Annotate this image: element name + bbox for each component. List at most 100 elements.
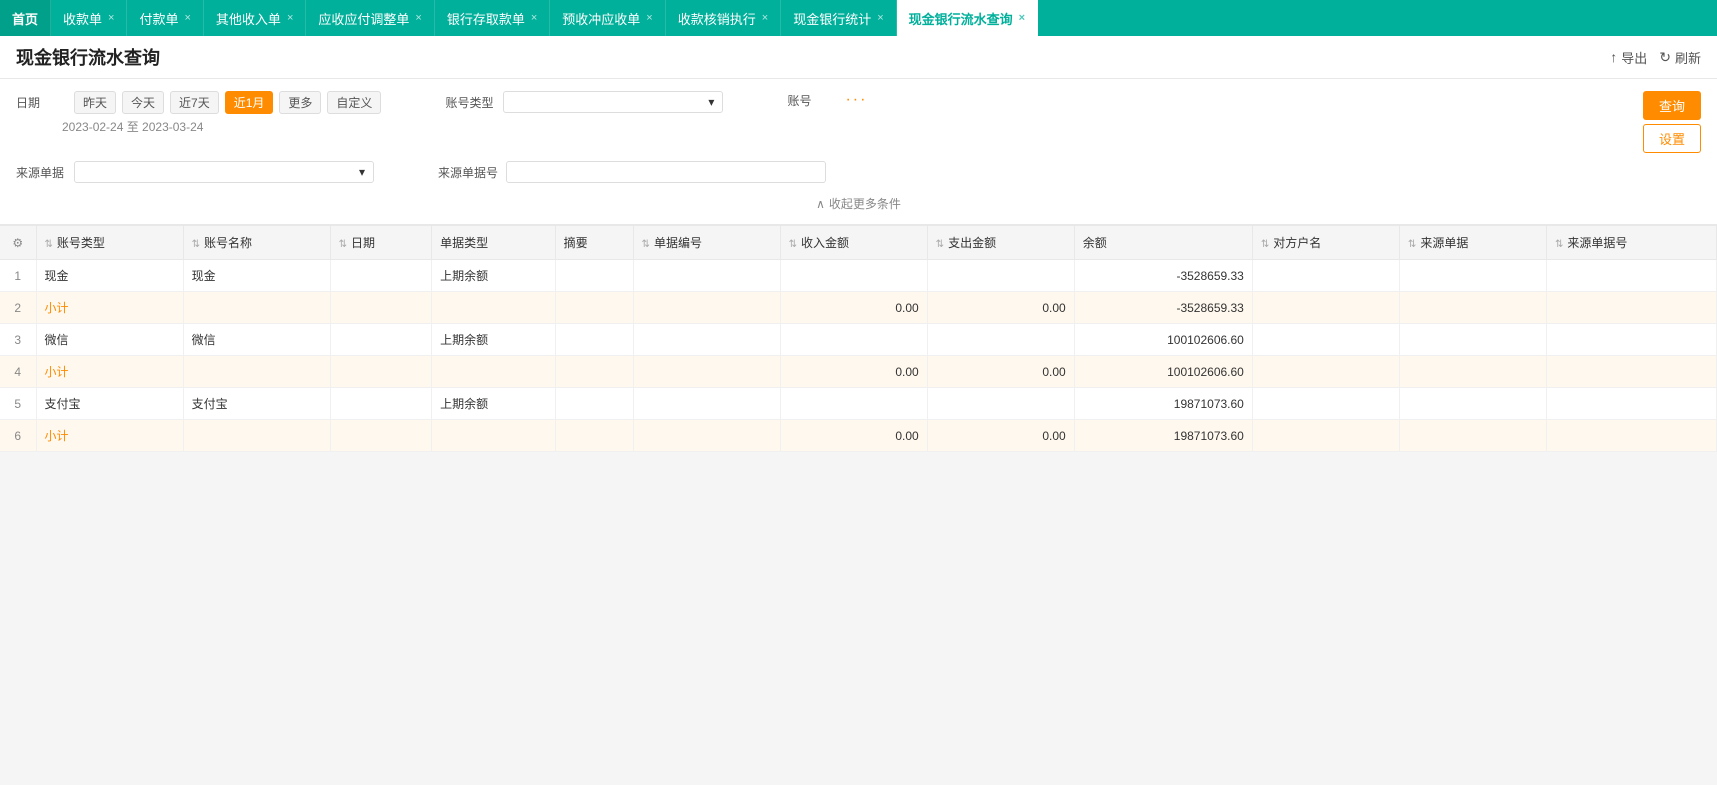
close-icon[interactable]: × (184, 12, 190, 24)
col-source-doc-no[interactable]: ⇅来源单据号 (1546, 226, 1716, 260)
nav-item-receipt-label: 收款单 (63, 9, 102, 28)
col-summary: 摘要 (555, 226, 633, 260)
cell-summary (555, 388, 633, 420)
cell-source-doc (1399, 388, 1546, 420)
close-icon[interactable]: × (1019, 12, 1025, 24)
cell-account-name (183, 420, 330, 452)
col-counterpart[interactable]: ⇅对方户名 (1252, 226, 1399, 260)
table-row: 3微信微信上期余额100102606.60 (0, 324, 1717, 356)
close-icon[interactable]: × (287, 12, 293, 24)
col-account-type[interactable]: ⇅账号类型 (36, 226, 183, 260)
cell-row-num: 3 (0, 324, 36, 356)
cell-balance: 100102606.60 (1074, 324, 1252, 356)
cell-expense (927, 388, 1074, 420)
source-doc-label: 来源单据 (16, 164, 66, 181)
cell-counterpart (1252, 356, 1399, 388)
nav-item-other-income[interactable]: 其他收入单 × (204, 0, 306, 36)
col-account-name[interactable]: ⇅账号名称 (183, 226, 330, 260)
chevron-up-icon: ∧ (816, 197, 825, 211)
table-header-row: ⚙ ⇅账号类型 ⇅账号名称 ⇅日期 单据类型 摘要 ⇅单据编号 ⇅收入金额 ⇅支… (0, 226, 1717, 260)
close-icon[interactable]: × (415, 12, 421, 24)
col-expense[interactable]: ⇅支出金额 (927, 226, 1074, 260)
account-label: 账号 (787, 92, 837, 109)
cell-expense: 0.00 (927, 292, 1074, 324)
page-header: 现金银行流水查询 ↑ 导出 ↻ 刷新 (0, 36, 1717, 79)
cell-income: 0.00 (780, 420, 927, 452)
close-icon[interactable]: × (108, 12, 114, 24)
table-container: ⚙ ⇅账号类型 ⇅账号名称 ⇅日期 单据类型 摘要 ⇅单据编号 ⇅收入金额 ⇅支… (0, 225, 1717, 452)
nav-item-advance-receipt[interactable]: 预收冲应收单 × (550, 0, 665, 36)
table-row: 5支付宝支付宝上期余额19871073.60 (0, 388, 1717, 420)
cell-date (330, 260, 431, 292)
cell-balance: -3528659.33 (1074, 260, 1252, 292)
cell-account-type: 小计 (36, 356, 183, 388)
export-button[interactable]: ↑ 导出 (1610, 48, 1647, 67)
col-doc-no[interactable]: ⇅单据编号 (633, 226, 780, 260)
nav-item-receipt-verify-label: 收款核销执行 (678, 9, 756, 28)
cell-row-num: 2 (0, 292, 36, 324)
nav-item-advance-receipt-label: 预收冲应收单 (562, 9, 640, 28)
source-doc-no-input[interactable] (506, 161, 826, 183)
cell-account-type: 支付宝 (36, 388, 183, 420)
cell-counterpart (1252, 260, 1399, 292)
date-btn-7days[interactable]: 近7天 (170, 91, 219, 114)
cell-account-name (183, 292, 330, 324)
close-icon[interactable]: × (877, 12, 883, 24)
nav-item-other-income-label: 其他收入单 (216, 9, 281, 28)
col-income[interactable]: ⇅收入金额 (780, 226, 927, 260)
cell-date (330, 292, 431, 324)
cell-counterpart (1252, 324, 1399, 356)
account-dots-button[interactable]: ··· (845, 91, 867, 109)
cell-doc-no (633, 324, 780, 356)
refresh-button[interactable]: ↻ 刷新 (1659, 48, 1701, 67)
cell-doc-type (432, 356, 556, 388)
date-btn-today[interactable]: 今天 (122, 91, 164, 114)
page-title: 现金银行流水查询 (16, 44, 160, 70)
cell-counterpart (1252, 292, 1399, 324)
table-body: 1现金现金上期余额-3528659.332小计0.000.00-3528659.… (0, 260, 1717, 452)
close-icon[interactable]: × (531, 12, 537, 24)
cell-expense: 0.00 (927, 420, 1074, 452)
account-type-select[interactable]: ▾ (503, 91, 723, 113)
cell-balance: 19871073.60 (1074, 388, 1252, 420)
refresh-label: 刷新 (1675, 48, 1701, 67)
nav-item-cash-bank-flow[interactable]: 现金银行流水查询 × (897, 0, 1038, 36)
cell-doc-no (633, 292, 780, 324)
export-label: 导出 (1621, 48, 1647, 67)
nav-item-home[interactable]: 首页 (0, 0, 51, 36)
cell-doc-no (633, 356, 780, 388)
nav-item-bank-deposit[interactable]: 银行存取款单 × (435, 0, 550, 36)
cell-row-num: 6 (0, 420, 36, 452)
nav-item-payment-label: 付款单 (139, 9, 178, 28)
date-btn-1month[interactable]: 近1月 (225, 91, 274, 114)
col-date[interactable]: ⇅日期 (330, 226, 431, 260)
nav-item-cash-bank-stat[interactable]: 现金银行统计 × (781, 0, 896, 36)
cell-account-type: 小计 (36, 292, 183, 324)
col-source-doc[interactable]: ⇅来源单据 (1399, 226, 1546, 260)
cell-summary (555, 260, 633, 292)
source-doc-no-label: 来源单据号 (438, 164, 498, 181)
cell-source-doc-no (1546, 292, 1716, 324)
collapse-button[interactable]: ∧ 收起更多条件 (16, 191, 1701, 216)
cell-account-name (183, 356, 330, 388)
cell-source-doc (1399, 292, 1546, 324)
nav-item-receipt[interactable]: 收款单 × (51, 0, 127, 36)
cell-source-doc (1399, 420, 1546, 452)
chevron-down-icon: ▾ (359, 165, 365, 179)
settings-button[interactable]: 设置 (1643, 124, 1701, 153)
close-icon[interactable]: × (646, 12, 652, 24)
source-doc-select[interactable]: ▾ (74, 161, 374, 183)
date-filter-block: 日期 昨天 今天 近7天 近1月 更多 自定义 (16, 91, 381, 114)
cell-doc-type (432, 292, 556, 324)
date-btn-yesterday[interactable]: 昨天 (74, 91, 116, 114)
cell-balance: 100102606.60 (1074, 356, 1252, 388)
nav-item-payment[interactable]: 付款单 × (127, 0, 203, 36)
table-row: 2小计0.000.00-3528659.33 (0, 292, 1717, 324)
nav-item-receipt-verify[interactable]: 收款核销执行 × (666, 0, 781, 36)
date-btn-custom[interactable]: 自定义 (327, 91, 381, 114)
nav-item-ar-ap-adjust[interactable]: 应收应付调整单 × (306, 0, 434, 36)
column-settings[interactable]: ⚙ (0, 226, 36, 260)
date-btn-more[interactable]: 更多 (279, 91, 321, 114)
close-icon[interactable]: × (762, 12, 768, 24)
query-button[interactable]: 查询 (1643, 91, 1701, 120)
